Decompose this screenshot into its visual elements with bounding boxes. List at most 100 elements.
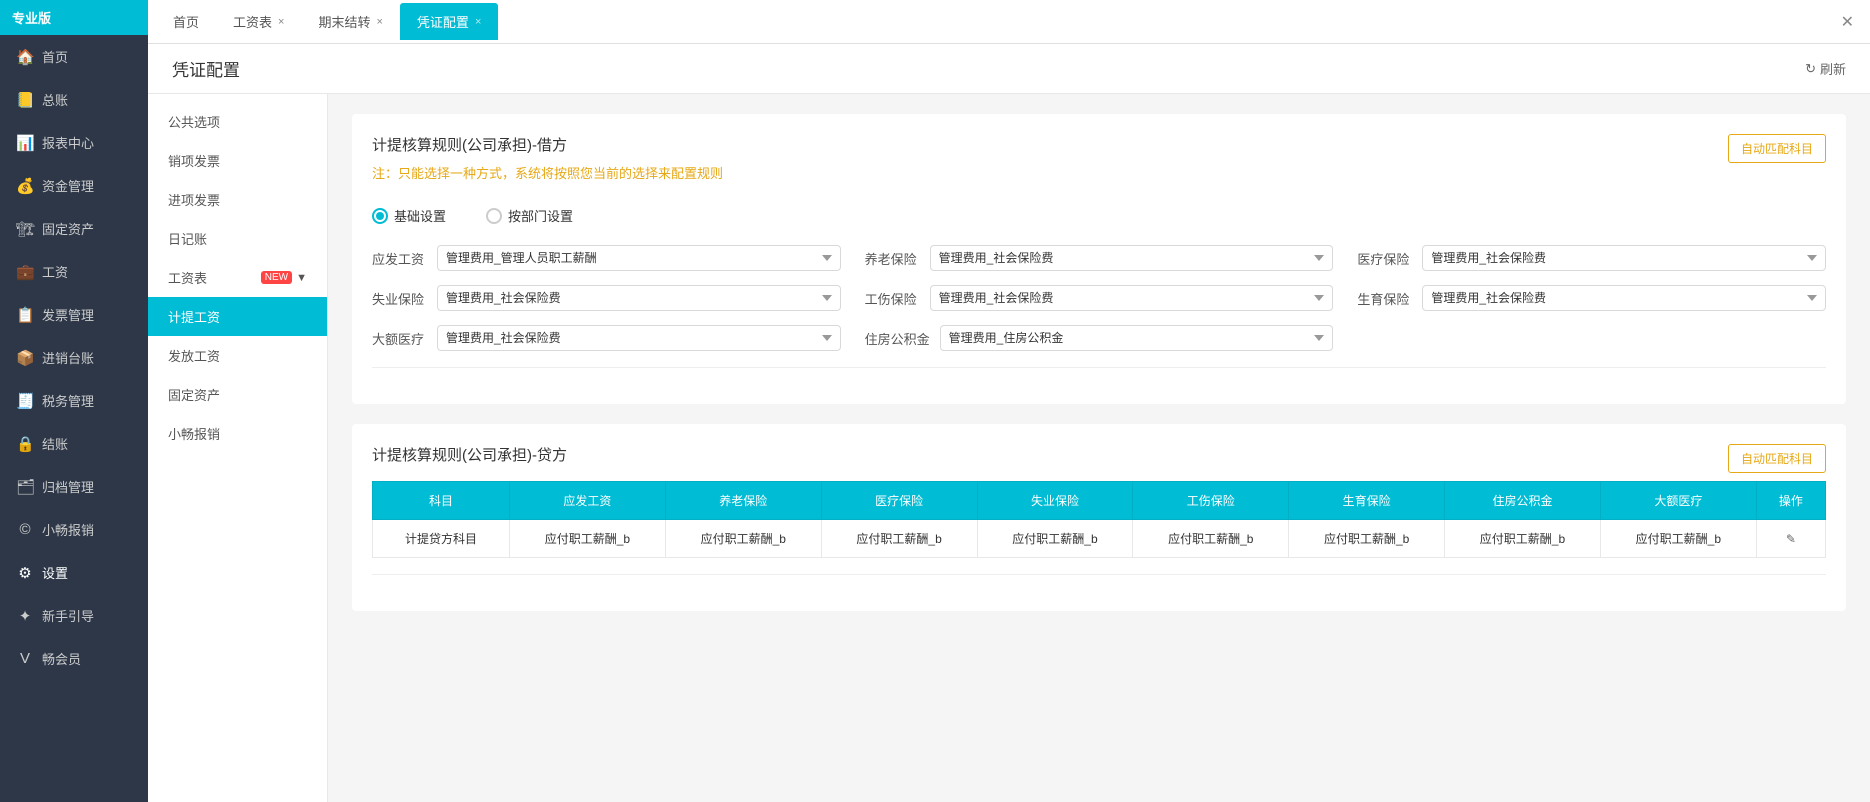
radio-basic-circle	[372, 208, 388, 224]
debit-form-grid: 应发工资 管理费用_管理人员职工薪酬 养老保险 管理费用_社会保险费 医疗保险	[372, 245, 1826, 271]
tab-voucher-close[interactable]: ×	[475, 16, 481, 28]
menu-label: 公共选项	[168, 112, 220, 131]
menu-label: 销项发票	[168, 151, 220, 170]
menu-label: 日记账	[168, 229, 207, 248]
inventory-icon: 📦	[16, 349, 34, 367]
sidebar-item-label: 设置	[42, 563, 68, 582]
cell-daeyiliao: 应付职工薪酬_b	[1600, 520, 1756, 558]
menu-item-public[interactable]: 公共选项	[148, 102, 327, 141]
refresh-icon: ↻	[1805, 61, 1816, 77]
sidebar-item-settings[interactable]: ⚙ 设置	[0, 551, 148, 594]
sidebar-item-label: 小畅报销	[42, 520, 94, 539]
sidebar-item-funds[interactable]: 💰 资金管理	[0, 164, 148, 207]
sidebar-item-label: 结账	[42, 434, 68, 453]
label-daeyiliao: 大额医疗	[372, 329, 427, 348]
radio-basic-label: 基础设置	[394, 206, 446, 225]
tab-payroll-close[interactable]: ×	[278, 16, 284, 28]
debit-form-grid-2: 失业保险 管理费用_社会保险费 工伤保险 管理费用_社会保险费 生育保险	[372, 285, 1826, 311]
form-row-shiye: 失业保险 管理费用_社会保险费	[372, 285, 841, 311]
radio-dept-circle	[486, 208, 502, 224]
radio-basic[interactable]: 基础设置	[372, 206, 446, 225]
credit-divider	[372, 574, 1826, 575]
form-row-daeyiliao: 大额医疗 管理费用_社会保险费	[372, 325, 841, 351]
credit-auto-match-button[interactable]: 自动匹配科目	[1728, 444, 1826, 473]
radio-dept[interactable]: 按部门设置	[486, 206, 573, 225]
tab-home[interactable]: 首页	[156, 3, 216, 40]
assets-icon: 🏗	[16, 220, 34, 238]
menu-label: 固定资产	[168, 385, 220, 404]
radio-group: 基础设置 按部门设置	[372, 206, 1826, 225]
menu-item-expense[interactable]: 小畅报销	[148, 414, 327, 453]
edit-icon[interactable]: ✎	[1786, 532, 1796, 546]
sidebar-item-tax[interactable]: 🧾 税务管理	[0, 379, 148, 422]
sidebar-item-salary[interactable]: 💼 工资	[0, 250, 148, 293]
main-area: 首页 工资表 × 期末结转 × 凭证配置 × ✕ 凭证配置 ↻ 刷新 公共选项	[148, 0, 1870, 802]
form-row-zhufang: 住房公积金 管理费用_住房公积金	[865, 325, 1334, 351]
select-zhufang[interactable]: 管理费用_住房公积金	[940, 325, 1334, 351]
menu-item-calc-salary[interactable]: 计提工资	[148, 297, 327, 336]
member-icon: V	[16, 650, 34, 667]
closing-icon: 🔒	[16, 435, 34, 453]
cell-action[interactable]: ✎	[1756, 520, 1825, 558]
archive-icon: 🗂	[16, 478, 34, 496]
sidebar-item-inventory[interactable]: 📦 进销台账	[0, 336, 148, 379]
tab-home-label: 首页	[173, 12, 199, 31]
sidebar-item-label: 归档管理	[42, 477, 94, 496]
menu-label: 小畅报销	[168, 424, 220, 443]
tab-payroll-label: 工资表	[233, 12, 272, 31]
sidebar-item-home[interactable]: 🏠 首页	[0, 35, 148, 78]
tab-period[interactable]: 期末结转 ×	[301, 3, 399, 40]
main-close-button[interactable]: ✕	[1833, 8, 1862, 36]
credit-section: 计提核算规则(公司承担)-贷方 自动匹配科目 科目 应发工资 养老保险 医疗保险…	[352, 424, 1846, 611]
cell-yiliao: 应付职工薪酬_b	[821, 520, 977, 558]
select-yingfa[interactable]: 管理费用_管理人员职工薪酬	[437, 245, 841, 271]
sidebar-item-member[interactable]: V 畅会员	[0, 637, 148, 680]
home-icon: 🏠	[16, 48, 34, 66]
tab-voucher-label: 凭证配置	[417, 12, 469, 31]
sidebar-item-label: 首页	[42, 47, 68, 66]
tab-period-close[interactable]: ×	[376, 16, 382, 28]
main-content: 计提核算规则(公司承担)-借方 注：只能选择一种方式，系统将按照您当前的选择来配…	[328, 94, 1870, 802]
label-shiye: 失业保险	[372, 289, 427, 308]
col-shiye: 失业保险	[977, 482, 1133, 520]
menu-label: 进项发票	[168, 190, 220, 209]
label-yiliao: 医疗保险	[1357, 249, 1412, 268]
sidebar-item-ledger[interactable]: 📒 总账	[0, 78, 148, 121]
select-gongshang[interactable]: 管理费用_社会保险费	[930, 285, 1334, 311]
refresh-button[interactable]: ↻ 刷新	[1805, 59, 1846, 78]
menu-item-fixed-assets[interactable]: 固定资产	[148, 375, 327, 414]
label-yanglao: 养老保险	[865, 249, 920, 268]
sidebar: 专业版 🏠 首页 📒 总账 📊 报表中心 💰 资金管理 🏗 固定资产 💼 工资 …	[0, 0, 148, 802]
sidebar-item-closing[interactable]: 🔒 结账	[0, 422, 148, 465]
sidebar-item-xiaochang[interactable]: © 小畅报销	[0, 508, 148, 551]
select-shengyu[interactable]: 管理费用_社会保险费	[1422, 285, 1826, 311]
menu-item-pay-salary[interactable]: 发放工资	[148, 336, 327, 375]
brand-logo: 专业版	[0, 0, 148, 35]
sidebar-item-invoices[interactable]: 📋 发票管理	[0, 293, 148, 336]
tab-payroll[interactable]: 工资表 ×	[216, 3, 301, 40]
debit-auto-match-button[interactable]: 自动匹配科目	[1728, 134, 1826, 163]
menu-item-purchase-invoice[interactable]: 进项发票	[148, 180, 327, 219]
select-yanglao[interactable]: 管理费用_社会保险费	[930, 245, 1334, 271]
label-shengyu: 生育保险	[1357, 289, 1412, 308]
sidebar-item-label: 固定资产	[42, 219, 94, 238]
sidebar-item-label: 总账	[42, 90, 68, 109]
sidebar-item-guide[interactable]: ✦ 新手引导	[0, 594, 148, 637]
cell-subject: 计提贷方科目	[373, 520, 510, 558]
select-shiye[interactable]: 管理费用_社会保险费	[437, 285, 841, 311]
sidebar-item-assets[interactable]: 🏗 固定资产	[0, 207, 148, 250]
menu-item-sales-invoice[interactable]: 销项发票	[148, 141, 327, 180]
menu-item-payroll-table[interactable]: 工资表 NEW ▼	[148, 258, 327, 297]
credit-section-title: 计提核算规则(公司承担)-贷方	[372, 444, 567, 465]
menu-item-journal[interactable]: 日记账	[148, 219, 327, 258]
select-yiliao[interactable]: 管理费用_社会保险费	[1422, 245, 1826, 271]
new-badge: NEW	[261, 271, 292, 284]
label-zhufang: 住房公积金	[865, 329, 930, 348]
select-daeyiliao[interactable]: 管理费用_社会保险费	[437, 325, 841, 351]
menu-label: 发放工资	[168, 346, 220, 365]
refresh-label: 刷新	[1820, 59, 1846, 78]
sidebar-item-archive[interactable]: 🗂 归档管理	[0, 465, 148, 508]
sidebar-item-reports[interactable]: 📊 报表中心	[0, 121, 148, 164]
page-title: 凭证配置	[172, 56, 240, 81]
tab-voucher[interactable]: 凭证配置 ×	[400, 3, 498, 40]
